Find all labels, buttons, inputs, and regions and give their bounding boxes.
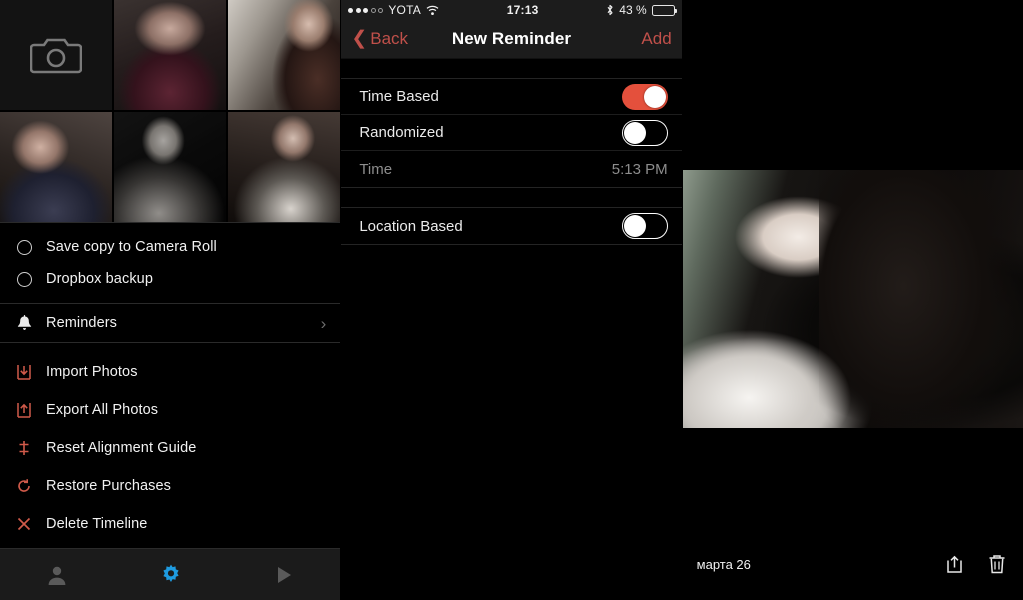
chevron-left-icon: ❮: [351, 28, 368, 49]
action-label: Import Photos: [46, 364, 138, 380]
signal-strength-dots: [348, 7, 384, 13]
app-screen: Save copy to Camera Roll Dropbox backup …: [0, 0, 1023, 600]
form-group-time: Time Based Randomized Time 5:13 PM: [341, 78, 682, 188]
gear-icon: [162, 564, 179, 582]
export-tray-up-icon: [12, 402, 36, 418]
camera-icon: [30, 38, 83, 74]
viewer-toolbar: марта 26: [682, 546, 1023, 600]
play-icon: [278, 566, 292, 583]
back-button[interactable]: ❮ Back: [351, 29, 408, 49]
status-bar-clock: 17:13: [506, 3, 539, 17]
options-group: Save copy to Camera Roll Dropbox backup: [0, 223, 341, 303]
photo-thumb-3[interactable]: [0, 112, 113, 222]
row-label: Location Based: [359, 217, 463, 235]
alignment-cross-icon: [12, 440, 36, 456]
carrier-label: YOTA: [388, 3, 421, 17]
bottom-tab-bar: [0, 548, 341, 600]
tab-profile[interactable]: [0, 564, 114, 586]
person-icon: [48, 566, 66, 585]
tab-play[interactable]: [227, 564, 340, 586]
form-group-location: Location Based: [341, 207, 682, 245]
option-dropbox-backup[interactable]: Dropbox backup: [0, 263, 340, 295]
right-panel-photo-viewer: марта 26: [682, 0, 1023, 600]
sidebar-item-label: Reminders: [46, 315, 118, 331]
share-button[interactable]: [945, 555, 964, 574]
option-label: Save copy to Camera Roll: [46, 239, 217, 255]
action-restore-purchases[interactable]: Restore Purchases: [0, 467, 340, 505]
action-label: Delete Timeline: [46, 516, 148, 532]
row-label: Time Based: [359, 88, 439, 105]
left-panel-settings: Save copy to Camera Roll Dropbox backup …: [0, 0, 341, 600]
chevron-right-icon: ›: [320, 313, 327, 333]
row-time[interactable]: Time 5:13 PM: [341, 151, 682, 187]
close-x-icon: [12, 516, 36, 532]
photo-thumb-4[interactable]: [114, 112, 227, 222]
action-label: Reset Alignment Guide: [46, 440, 197, 456]
photo-grid: [0, 0, 341, 222]
sidebar-item-reminders[interactable]: Reminders ›: [0, 304, 340, 342]
row-location-based[interactable]: Location Based: [341, 208, 682, 244]
row-randomized[interactable]: Randomized: [341, 115, 682, 151]
trash-icon: [989, 555, 1005, 574]
photo-thumb-2[interactable]: [228, 0, 341, 110]
tab-settings[interactable]: [114, 563, 228, 587]
navigation-bar: ❮ Back New Reminder Add: [341, 20, 682, 59]
radio-circle-icon: [12, 271, 36, 287]
time-based-switch[interactable]: [621, 83, 668, 110]
time-value: 5:13 PM: [611, 160, 668, 178]
actions-group: Import Photos Export All Photos Reset Al…: [0, 343, 341, 543]
share-tray-up-icon: [946, 555, 962, 573]
form-top-gap: [341, 59, 682, 78]
randomized-switch[interactable]: [621, 119, 668, 146]
row-label: Randomized: [359, 124, 444, 141]
form-section-gap: [341, 188, 682, 207]
wifi-icon: [426, 5, 439, 15]
action-label: Export All Photos: [46, 402, 159, 418]
bluetooth-icon: [607, 4, 613, 16]
option-label: Dropbox backup: [46, 271, 153, 287]
timeline-photo[interactable]: [682, 170, 1023, 428]
row-time-based[interactable]: Time Based: [341, 79, 682, 115]
battery-percent-label: 43 %: [619, 3, 647, 17]
action-import-photos[interactable]: Import Photos: [0, 353, 340, 391]
action-reset-alignment-guide[interactable]: Reset Alignment Guide: [0, 429, 340, 467]
battery-icon: [651, 4, 678, 16]
photo-thumb-5[interactable]: [228, 112, 341, 222]
photo-thumb-1[interactable]: [114, 0, 227, 110]
reminders-group: Reminders ›: [0, 304, 341, 342]
bell-icon: [12, 314, 36, 332]
restore-refresh-icon: [12, 478, 36, 494]
action-export-all-photos[interactable]: Export All Photos: [0, 391, 340, 429]
photo-detail: [682, 329, 860, 428]
camera-capture-cell[interactable]: [0, 0, 113, 110]
middle-panel-new-reminder: YOTA 17:13 43 % ❮ Back New Reminder Add …: [341, 0, 682, 600]
delete-button[interactable]: [988, 554, 1006, 574]
import-tray-down-icon: [12, 364, 36, 380]
photo-date-label: марта 26: [696, 557, 751, 572]
location-based-switch[interactable]: [621, 213, 668, 239]
back-label: Back: [370, 29, 409, 48]
action-delete-timeline[interactable]: Delete Timeline: [0, 505, 340, 543]
radio-circle-icon: [12, 239, 36, 255]
action-label: Restore Purchases: [46, 478, 172, 494]
viewer-top-letterbox: [682, 0, 1023, 170]
status-bar: YOTA 17:13 43 %: [341, 0, 682, 20]
add-button[interactable]: Add: [641, 29, 671, 49]
option-save-copy-to-camera-roll[interactable]: Save copy to Camera Roll: [0, 231, 340, 263]
row-label: Time: [359, 160, 393, 178]
